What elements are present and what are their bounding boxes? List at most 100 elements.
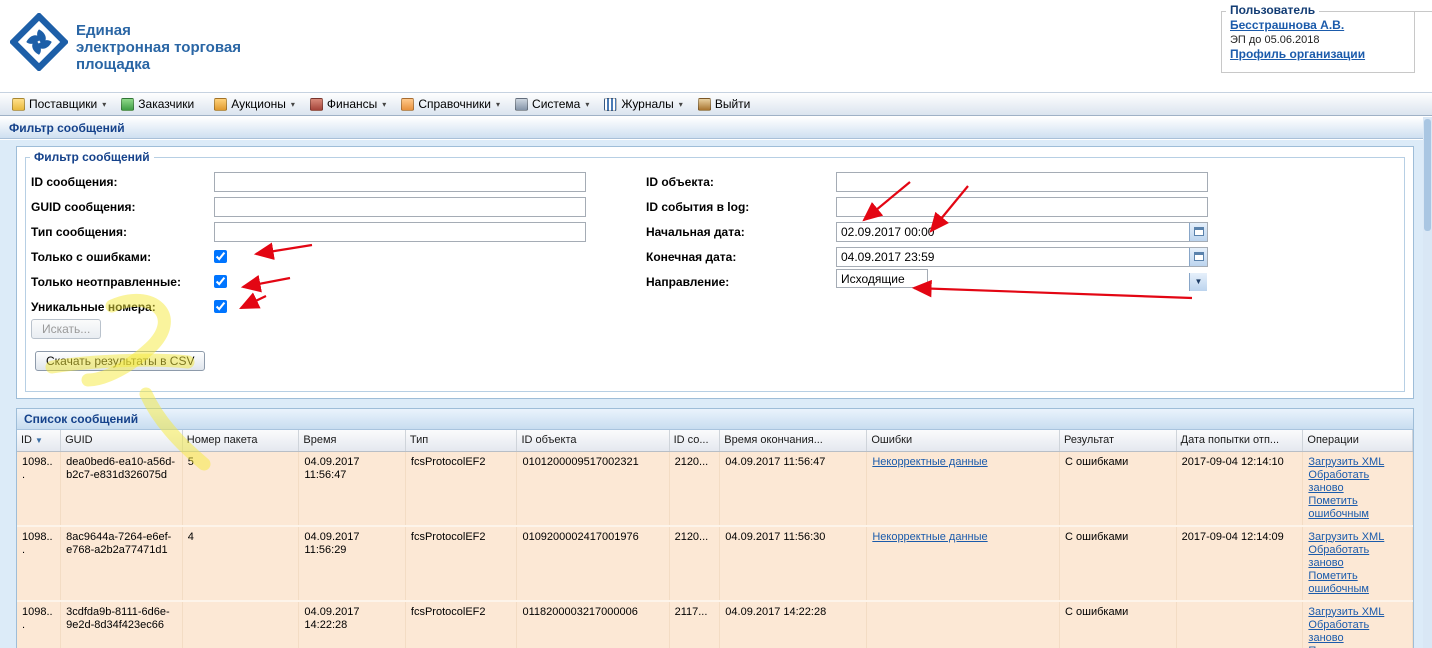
col-header-attempt-date[interactable]: Дата попытки отп...	[1176, 430, 1304, 452]
cell-time: 04.09.2017 14:22:28	[298, 600, 406, 648]
menu-label: Аукционы	[231, 97, 286, 111]
search-button[interactable]: Искать...	[31, 319, 102, 339]
vertical-scrollbar[interactable]	[1423, 117, 1432, 648]
cell-type: fcsProtocolEF2	[405, 525, 518, 602]
menu-item-journals[interactable]: Журналы ▾	[598, 93, 691, 115]
error-details-link[interactable]: Некорректные данные	[872, 531, 987, 543]
cell-end-time: 04.09.2017 14:22:28	[719, 600, 868, 648]
end-date-calendar-button[interactable]	[1189, 247, 1207, 266]
user-name-link[interactable]: Бесстрашнова А.В.	[1230, 18, 1406, 33]
log-event-id-input[interactable]	[836, 196, 1208, 217]
menu-label: Поставщики	[29, 97, 98, 111]
direction-select[interactable]: Исходящие	[836, 268, 928, 288]
menu-label: Справочники	[418, 97, 492, 111]
menu-label: Заказчики	[138, 97, 195, 111]
scrollbar-thumb[interactable]	[1424, 119, 1431, 231]
col-header-guid[interactable]: GUID	[60, 430, 183, 452]
message-id-input[interactable]	[214, 171, 586, 192]
col-header-operations[interactable]: Операции	[1302, 430, 1413, 452]
mark-erroneous-link[interactable]: Пометить ошибочным	[1308, 570, 1407, 596]
org-profile-link[interactable]: Профиль организации	[1230, 47, 1406, 62]
cert-validity-label: ЭП до 05.06.2018	[1230, 34, 1320, 46]
cell-packet	[182, 600, 300, 648]
chevron-down-icon: ▾	[585, 99, 590, 109]
cell-attempt-date: 2017-09-04 12:14:10	[1176, 451, 1304, 527]
only-errors-label: Только с ошибками:	[31, 249, 152, 264]
col-header-id-so[interactable]: ID со...	[669, 430, 721, 452]
top-right-border-line	[1415, 11, 1432, 12]
chevron-down-icon: ▾	[290, 99, 295, 109]
chevron-down-icon: ▾	[496, 99, 501, 109]
brand-title: Единая электронная торговая площадка	[76, 22, 241, 73]
col-header-result[interactable]: Результат	[1059, 430, 1177, 452]
system-monitor-icon	[515, 97, 529, 111]
object-id-label: ID объекта:	[646, 174, 714, 189]
col-header-time[interactable]: Время	[298, 430, 406, 452]
messages-table: ID ▼ GUID Номер пакета Время Тип ID объек…	[17, 430, 1413, 648]
start-date-input[interactable]	[836, 221, 1208, 242]
col-header-end-time[interactable]: Время окончания...	[719, 430, 868, 452]
chevron-down-icon: ▾	[382, 99, 387, 109]
mark-erroneous-link[interactable]: Пометить ошибочным	[1308, 495, 1407, 521]
messages-table-panel: Список сообщений ID ▼ GUID Номер пакета В…	[16, 408, 1414, 648]
col-header-object-id[interactable]: ID объекта	[516, 430, 670, 452]
message-guid-input[interactable]	[214, 196, 586, 217]
only-unsent-checkbox[interactable]	[214, 275, 227, 288]
cell-id: 1098...	[17, 451, 62, 527]
log-event-id-label: ID события в log:	[646, 199, 750, 214]
start-date-calendar-button[interactable]	[1189, 222, 1207, 241]
message-type-input[interactable]	[214, 221, 586, 242]
download-csv-button[interactable]: Скачать результаты в CSV	[35, 351, 206, 371]
cell-id-so: 2117...	[669, 600, 721, 648]
message-id-label: ID сообщения:	[31, 174, 118, 189]
cell-errors: Некорректные данные	[866, 525, 1061, 602]
menu-item-dictionaries[interactable]: Справочники ▾	[395, 93, 509, 115]
main-menu-bar: Поставщики ▾ Заказчики Аукционы ▾ Финанс…	[0, 92, 1432, 116]
menu-item-finance[interactable]: Финансы ▾	[304, 93, 395, 115]
cell-guid: 3cdfda9b-8111-6d6e-9e2d-8d34f423ec66	[60, 600, 183, 648]
brand-line-2: электронная торговая	[76, 39, 241, 56]
cell-time: 04.09.2017 11:56:29	[298, 525, 406, 602]
menu-item-system[interactable]: Система ▾	[509, 93, 598, 115]
sort-desc-icon: ▼	[35, 436, 43, 446]
reprocess-link[interactable]: Обработать заново	[1308, 469, 1407, 495]
menu-item-suppliers[interactable]: Поставщики ▾	[6, 93, 115, 115]
cell-operations: Загрузить XML Обработать заново Пометить…	[1302, 525, 1413, 602]
journals-chart-icon	[604, 97, 618, 111]
calendar-icon	[1193, 252, 1204, 261]
table-header-row: ID ▼ GUID Номер пакета Время Тип ID объек…	[17, 430, 1413, 452]
unique-numbers-label: Уникальные номера:	[31, 299, 156, 314]
message-type-label: Тип сообщения:	[31, 224, 127, 239]
load-xml-link[interactable]: Загрузить XML	[1308, 531, 1407, 544]
cell-guid: 8ac9644a-7264-e6ef-e768-a2b2a77471d1	[60, 525, 183, 602]
menu-item-auctions[interactable]: Аукционы ▾	[208, 93, 304, 115]
direction-dropdown-button[interactable]: ▼	[1189, 272, 1207, 291]
reprocess-link[interactable]: Обработать заново	[1308, 619, 1407, 645]
object-id-input[interactable]	[836, 171, 1208, 192]
messages-table-title: Список сообщений	[17, 409, 1413, 430]
cell-guid: dea0bed6-ea10-a56d-b2c7-e831d326075d	[60, 451, 183, 527]
reprocess-link[interactable]: Обработать заново	[1308, 544, 1407, 570]
col-header-type[interactable]: Тип	[405, 430, 518, 452]
col-header-packet[interactable]: Номер пакета	[182, 430, 300, 452]
end-date-input[interactable]	[836, 246, 1208, 267]
eetp-logo-icon	[10, 13, 68, 71]
load-xml-link[interactable]: Загрузить XML	[1308, 606, 1407, 619]
col-header-errors[interactable]: Ошибки	[866, 430, 1061, 452]
mark-erroneous-link[interactable]: Пометить ошибочным	[1308, 645, 1407, 648]
col-header-id[interactable]: ID ▼	[17, 430, 62, 452]
cell-operations: Загрузить XML Обработать заново Пометить…	[1302, 600, 1413, 648]
brand-line-1: Единая	[76, 22, 131, 39]
load-xml-link[interactable]: Загрузить XML	[1308, 456, 1407, 469]
message-guid-label: GUID сообщения:	[31, 199, 136, 214]
unique-numbers-checkbox[interactable]	[214, 300, 227, 313]
menu-item-logout[interactable]: Выйти	[692, 93, 760, 115]
cell-type: fcsProtocolEF2	[405, 451, 518, 527]
cell-end-time: 04.09.2017 11:56:30	[719, 525, 868, 602]
cell-result: С ошибками	[1059, 525, 1177, 602]
error-details-link[interactable]: Некорректные данные	[872, 456, 987, 468]
only-errors-checkbox[interactable]	[214, 250, 227, 263]
menu-item-customers[interactable]: Заказчики	[115, 93, 208, 115]
cell-object-id: 0109200002417001976	[516, 525, 670, 602]
cell-time: 04.09.2017 11:56:47	[298, 451, 406, 527]
